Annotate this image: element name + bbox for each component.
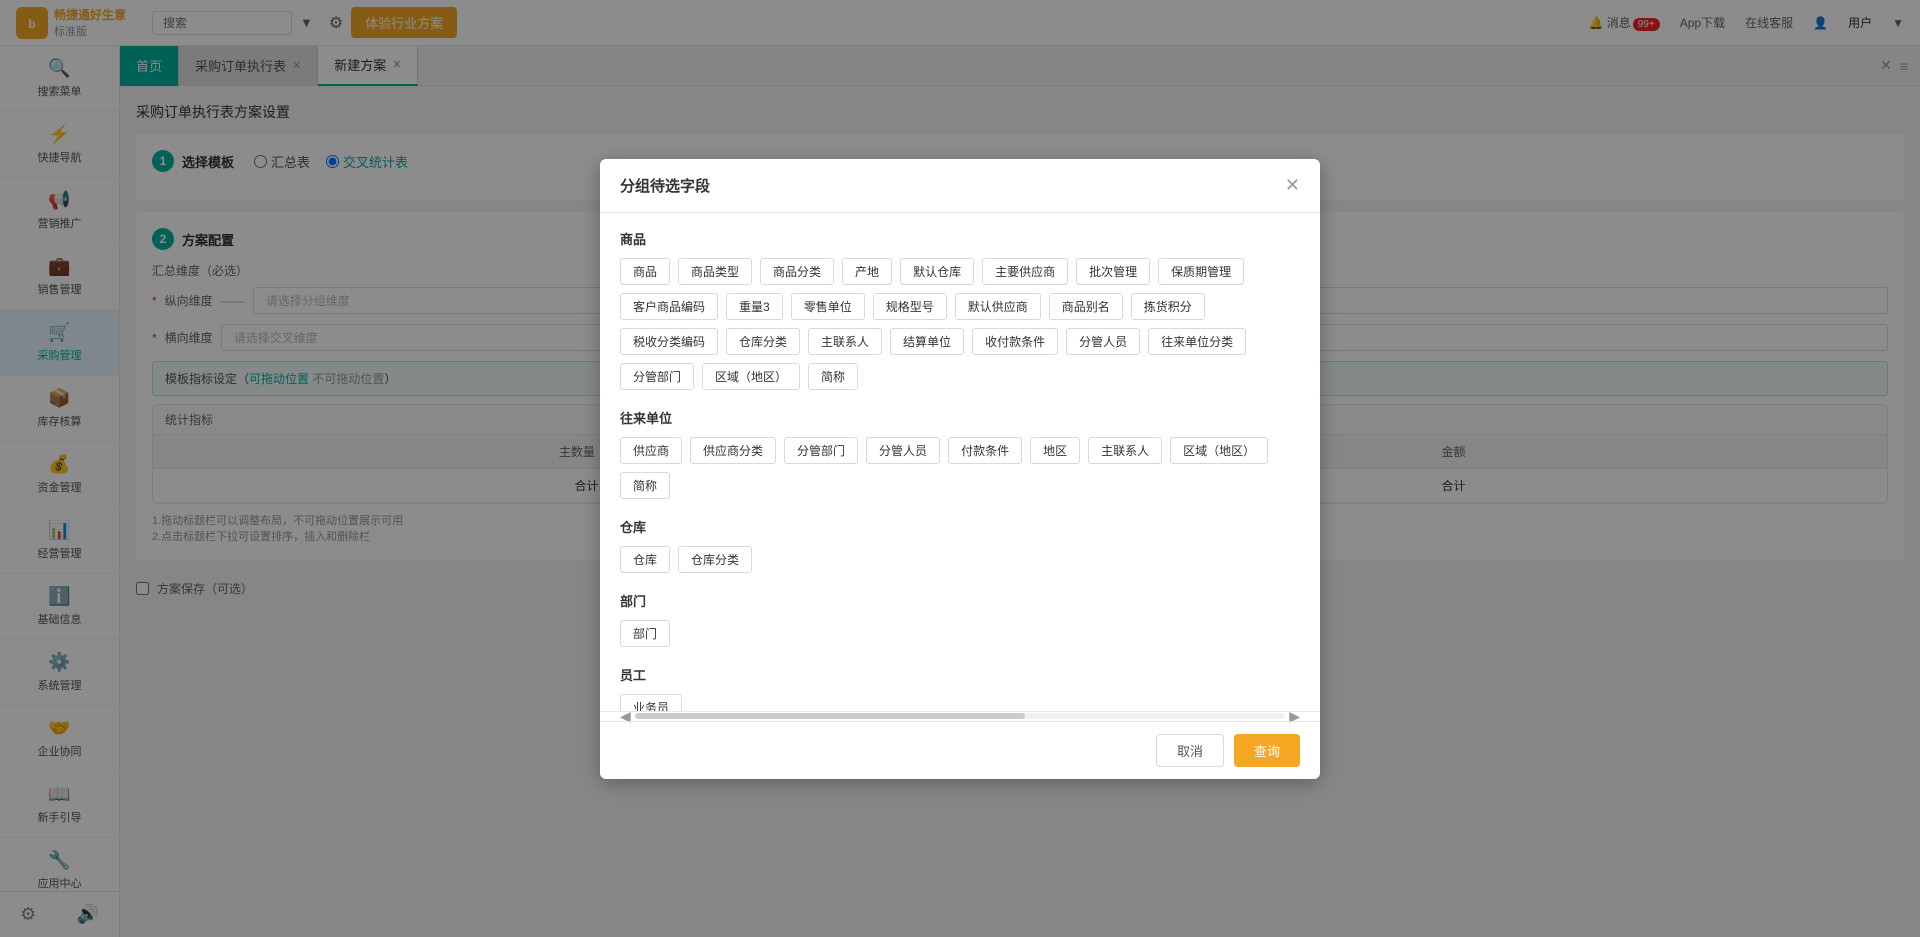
tag-goods-type[interactable]: 商品类型 — [678, 258, 752, 285]
tag-origin[interactable]: 产地 — [842, 258, 892, 285]
tag-department[interactable]: 部门 — [620, 620, 670, 647]
tag-supervisor[interactable]: 分管人员 — [1066, 328, 1140, 355]
section-partner: 往来单位 供应商 供应商分类 分管部门 分管人员 付款条件 地区 主联系人 区域… — [620, 408, 1300, 499]
tag-spec-model[interactable]: 规格型号 — [873, 293, 947, 320]
modal-hscroll[interactable]: ◀ ▶ — [600, 711, 1320, 721]
modal-title: 分组待选字段 — [620, 175, 710, 196]
tag-area[interactable]: 地区 — [1030, 437, 1080, 464]
section-warehouse: 仓库 仓库 仓库分类 — [620, 517, 1300, 573]
section-dept-title: 部门 — [620, 591, 1300, 610]
tag-dept[interactable]: 分管部门 — [620, 363, 694, 390]
tag-settlement-unit[interactable]: 结算单位 — [890, 328, 964, 355]
modal-overlay: 分组待选字段 ✕ 商品 商品 商品类型 商品分类 产地 默认仓库 主要供应商 批… — [0, 0, 1920, 937]
tag-weight[interactable]: 重量3 — [726, 293, 783, 320]
tag-customer-code[interactable]: 客户商品编码 — [620, 293, 718, 320]
tag-pick-points[interactable]: 拣货积分 — [1131, 293, 1205, 320]
modal-body[interactable]: 商品 商品 商品类型 商品分类 产地 默认仓库 主要供应商 批次管理 保质期管理… — [600, 213, 1320, 711]
tag-supplier[interactable]: 供应商 — [620, 437, 682, 464]
hscroll-thumb — [635, 713, 1025, 719]
tag-region[interactable]: 区域（地区） — [702, 363, 800, 390]
modal-close-button[interactable]: ✕ — [1285, 176, 1300, 194]
tag-warehouse-cat[interactable]: 仓库分类 — [678, 546, 752, 573]
section-goods-title: 商品 — [620, 229, 1300, 248]
section-employee: 员工 业务员 — [620, 665, 1300, 711]
modal-cancel-button[interactable]: 取消 — [1156, 734, 1224, 767]
tag-payment-terms[interactable]: 收付款条件 — [972, 328, 1058, 355]
field-select-modal: 分组待选字段 ✕ 商品 商品 商品类型 商品分类 产地 默认仓库 主要供应商 批… — [600, 159, 1320, 779]
warehouse-field-tags: 仓库 仓库分类 — [620, 546, 1300, 573]
tag-warehouse-category[interactable]: 仓库分类 — [726, 328, 800, 355]
section-employee-title: 员工 — [620, 665, 1300, 684]
section-partner-title: 往来单位 — [620, 408, 1300, 427]
hscroll-track — [635, 713, 1285, 719]
tag-partner-dept[interactable]: 分管部门 — [784, 437, 858, 464]
tag-tax-code[interactable]: 税收分类编码 — [620, 328, 718, 355]
tag-goods-alias[interactable]: 商品别名 — [1049, 293, 1123, 320]
partner-field-tags: 供应商 供应商分类 分管部门 分管人员 付款条件 地区 主联系人 区域（地区） … — [620, 437, 1300, 499]
tag-short-name[interactable]: 简称 — [808, 363, 858, 390]
dept-field-tags: 部门 — [620, 620, 1300, 647]
tag-supplier-category[interactable]: 供应商分类 — [690, 437, 776, 464]
tag-goods-category[interactable]: 商品分类 — [760, 258, 834, 285]
tag-partner-contact[interactable]: 主联系人 — [1088, 437, 1162, 464]
section-warehouse-title: 仓库 — [620, 517, 1300, 536]
modal-confirm-button[interactable]: 查询 — [1234, 734, 1300, 767]
tag-partner-shortname[interactable]: 简称 — [620, 472, 670, 499]
tag-goods[interactable]: 商品 — [620, 258, 670, 285]
modal-footer: 取消 查询 — [600, 721, 1320, 779]
tag-partner-supervisor[interactable]: 分管人员 — [866, 437, 940, 464]
employee-field-tags: 业务员 — [620, 694, 1300, 711]
tag-retail-unit[interactable]: 零售单位 — [791, 293, 865, 320]
tag-partner-region[interactable]: 区域（地区） — [1170, 437, 1268, 464]
tag-warehouse[interactable]: 仓库 — [620, 546, 670, 573]
tag-main-contact[interactable]: 主联系人 — [808, 328, 882, 355]
tag-payment-condition[interactable]: 付款条件 — [948, 437, 1022, 464]
modal-header: 分组待选字段 ✕ — [600, 159, 1320, 213]
tag-main-supplier[interactable]: 主要供应商 — [982, 258, 1068, 285]
tag-quality-mgmt[interactable]: 保质期管理 — [1158, 258, 1244, 285]
tag-partner-category[interactable]: 往来单位分类 — [1148, 328, 1246, 355]
tag-default-supplier[interactable]: 默认供应商 — [955, 293, 1041, 320]
goods-field-tags: 商品 商品类型 商品分类 产地 默认仓库 主要供应商 批次管理 保质期管理 客户… — [620, 258, 1300, 390]
section-department: 部门 部门 — [620, 591, 1300, 647]
tag-default-warehouse[interactable]: 默认仓库 — [900, 258, 974, 285]
section-goods: 商品 商品 商品类型 商品分类 产地 默认仓库 主要供应商 批次管理 保质期管理… — [620, 229, 1300, 390]
tag-batch-mgmt[interactable]: 批次管理 — [1076, 258, 1150, 285]
